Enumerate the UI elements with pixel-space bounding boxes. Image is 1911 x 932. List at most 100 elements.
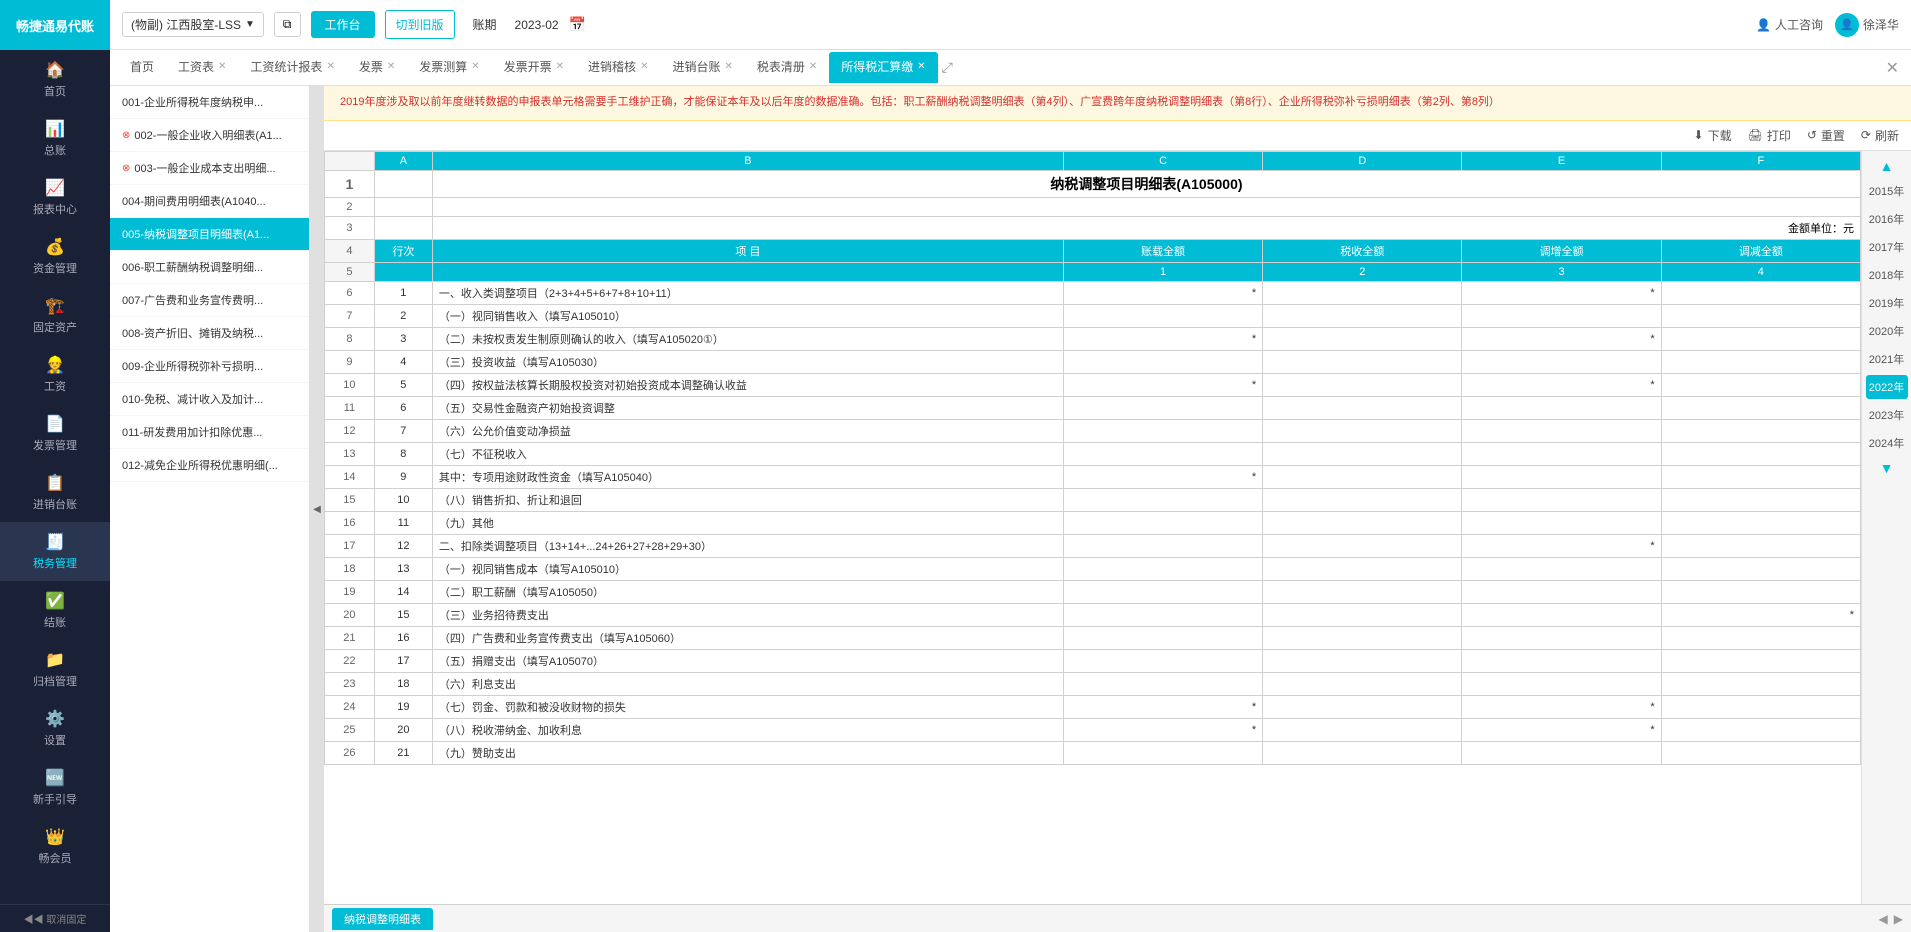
item-name[interactable]: 二、扣除类调整项目（13+14+...24+26+27+28+29+30） bbox=[432, 534, 1063, 557]
left-item-004[interactable]: 004-期间费用明细表(A1040... bbox=[110, 185, 309, 218]
sidebar-item-assets[interactable]: 🏗️ 固定资产 bbox=[0, 286, 110, 345]
calendar-icon[interactable]: 📅 bbox=[569, 16, 586, 33]
year-item-2018[interactable]: 2018年 bbox=[1866, 263, 1908, 287]
value-cell-3[interactable] bbox=[1462, 419, 1661, 442]
item-name[interactable]: （九）赞助支出 bbox=[432, 741, 1063, 764]
tab-check[interactable]: 进销稽核✕ bbox=[576, 52, 660, 83]
value-cell-3[interactable] bbox=[1462, 741, 1661, 764]
tab-salary-report[interactable]: 工资统计报表✕ bbox=[238, 52, 346, 83]
close-tab-salary[interactable]: ✕ bbox=[218, 61, 226, 72]
value-cell-3[interactable] bbox=[1462, 511, 1661, 534]
sidebar-item-settings[interactable]: ⚙️ 设置 bbox=[0, 699, 110, 758]
value-cell-4[interactable] bbox=[1661, 442, 1860, 465]
value-cell-4[interactable] bbox=[1661, 649, 1860, 672]
unpin-button[interactable]: ◀◀ 取消固定 bbox=[0, 905, 110, 932]
value-cell-1[interactable]: * bbox=[1063, 695, 1262, 718]
tab-salary[interactable]: 工资表✕ bbox=[166, 52, 238, 83]
value-cell-3[interactable] bbox=[1462, 557, 1661, 580]
year-item-2019[interactable]: 2019年 bbox=[1866, 291, 1908, 315]
download-button[interactable]: ⬇ 下载 bbox=[1694, 127, 1732, 144]
tab-tax-clear[interactable]: 税表清册✕ bbox=[745, 52, 829, 83]
value-cell-3[interactable] bbox=[1462, 350, 1661, 373]
sidebar-item-archive[interactable]: 📁 归档管理 bbox=[0, 640, 110, 699]
scroll-right-icon[interactable]: ▶ bbox=[1894, 912, 1903, 926]
value-cell-1[interactable]: * bbox=[1063, 718, 1262, 741]
value-cell-4[interactable] bbox=[1661, 580, 1860, 603]
value-cell-1[interactable] bbox=[1063, 580, 1262, 603]
value-cell-4[interactable] bbox=[1661, 695, 1860, 718]
close-tab-invoice-issue[interactable]: ✕ bbox=[556, 61, 564, 72]
value-cell-4[interactable] bbox=[1661, 488, 1860, 511]
left-item-008[interactable]: 008-资产折旧、摊销及纳税... bbox=[110, 317, 309, 350]
value-cell-2[interactable] bbox=[1263, 695, 1462, 718]
left-item-001[interactable]: 001-企业所得税年度纳税申... bbox=[110, 86, 309, 119]
value-cell-2[interactable] bbox=[1263, 465, 1462, 488]
value-cell-3[interactable]: * bbox=[1462, 534, 1661, 557]
value-cell-3[interactable] bbox=[1462, 488, 1661, 511]
value-cell-1[interactable]: * bbox=[1063, 281, 1262, 304]
year-down-icon[interactable]: ▼ bbox=[1877, 457, 1897, 479]
sidebar-item-tax[interactable]: 🧾 税务管理 bbox=[0, 522, 110, 581]
item-name[interactable]: （四）广告费和业务宣传费支出（填写A105060） bbox=[432, 626, 1063, 649]
value-cell-2[interactable] bbox=[1263, 557, 1462, 580]
close-tab-check[interactable]: ✕ bbox=[640, 61, 648, 72]
year-item-2017[interactable]: 2017年 bbox=[1866, 235, 1908, 259]
close-tab-salary-report[interactable]: ✕ bbox=[326, 61, 334, 72]
value-cell-4[interactable] bbox=[1661, 419, 1860, 442]
item-name[interactable]: （六）利息支出 bbox=[432, 672, 1063, 695]
left-item-012[interactable]: 012-减免企业所得税优惠明细(... bbox=[110, 449, 309, 482]
year-up-icon[interactable]: ▲ bbox=[1877, 155, 1897, 177]
user-area[interactable]: 👤 徐泽华 bbox=[1835, 13, 1899, 37]
tab-income-tax[interactable]: 所得税汇算缴✕ bbox=[829, 52, 937, 83]
year-item-2020[interactable]: 2020年 bbox=[1866, 319, 1908, 343]
value-cell-2[interactable] bbox=[1263, 488, 1462, 511]
value-cell-4[interactable] bbox=[1661, 396, 1860, 419]
value-cell-3[interactable]: * bbox=[1462, 695, 1661, 718]
value-cell-4[interactable] bbox=[1661, 534, 1860, 557]
year-item-2022[interactable]: 2022年 bbox=[1866, 375, 1908, 399]
value-cell-2[interactable] bbox=[1263, 419, 1462, 442]
sidebar-item-reports[interactable]: 📈 报表中心 bbox=[0, 168, 110, 227]
reset-button[interactable]: ↺ 重置 bbox=[1807, 127, 1845, 144]
year-item-2016[interactable]: 2016年 bbox=[1866, 207, 1908, 231]
value-cell-3[interactable] bbox=[1462, 465, 1661, 488]
value-cell-2[interactable] bbox=[1263, 672, 1462, 695]
year-item-2021[interactable]: 2021年 bbox=[1866, 347, 1908, 371]
value-cell-3[interactable] bbox=[1462, 672, 1661, 695]
value-cell-2[interactable] bbox=[1263, 534, 1462, 557]
value-cell-3[interactable]: * bbox=[1462, 281, 1661, 304]
print-button[interactable]: 🖨 打印 bbox=[1748, 127, 1791, 144]
close-all-tabs-icon[interactable]: ✕ bbox=[1882, 58, 1903, 78]
year-item-2015[interactable]: 2015年 bbox=[1866, 179, 1908, 203]
item-name[interactable]: （七）不征税收入 bbox=[432, 442, 1063, 465]
refresh-button[interactable]: ⟳ 刷新 bbox=[1861, 127, 1899, 144]
value-cell-4[interactable] bbox=[1661, 741, 1860, 764]
value-cell-3[interactable] bbox=[1462, 580, 1661, 603]
value-cell-1[interactable]: * bbox=[1063, 465, 1262, 488]
item-name[interactable]: （五）捐赠支出（填写A105070） bbox=[432, 649, 1063, 672]
sheet-tab-main[interactable]: 纳税调整明细表 bbox=[332, 908, 433, 930]
sidebar-item-finance[interactable]: 💰 资金管理 bbox=[0, 227, 110, 286]
sidebar-item-ledger[interactable]: 📊 总账 bbox=[0, 109, 110, 168]
panel-collapse-handle[interactable]: ◀ bbox=[310, 86, 324, 932]
value-cell-4[interactable]: * bbox=[1661, 603, 1860, 626]
value-cell-4[interactable] bbox=[1661, 465, 1860, 488]
maximize-icon[interactable]: ⤢ bbox=[938, 59, 957, 76]
item-name[interactable]: （六）公允价值变动净损益 bbox=[432, 419, 1063, 442]
value-cell-1[interactable] bbox=[1063, 649, 1262, 672]
value-cell-4[interactable] bbox=[1661, 718, 1860, 741]
value-cell-1[interactable] bbox=[1063, 419, 1262, 442]
left-item-011[interactable]: 011-研发费用加计扣除优惠... bbox=[110, 416, 309, 449]
sidebar-item-purchase-sales[interactable]: 📋 进销台账 bbox=[0, 463, 110, 522]
sidebar-item-salary[interactable]: 👷 工资 bbox=[0, 345, 110, 404]
left-item-006[interactable]: 006-职工薪酬纳税调整明细... bbox=[110, 251, 309, 284]
item-name[interactable]: （五）交易性金融资产初始投资调整 bbox=[432, 396, 1063, 419]
left-item-010[interactable]: 010-免税、减计收入及加计... bbox=[110, 383, 309, 416]
value-cell-1[interactable] bbox=[1063, 304, 1262, 327]
value-cell-4[interactable] bbox=[1661, 350, 1860, 373]
value-cell-2[interactable] bbox=[1263, 626, 1462, 649]
left-item-002[interactable]: ⊗ 002-一般企业收入明细表(A1... bbox=[110, 119, 309, 152]
item-name[interactable]: （八）销售折扣、折让和退回 bbox=[432, 488, 1063, 511]
value-cell-1[interactable] bbox=[1063, 442, 1262, 465]
value-cell-2[interactable] bbox=[1263, 718, 1462, 741]
